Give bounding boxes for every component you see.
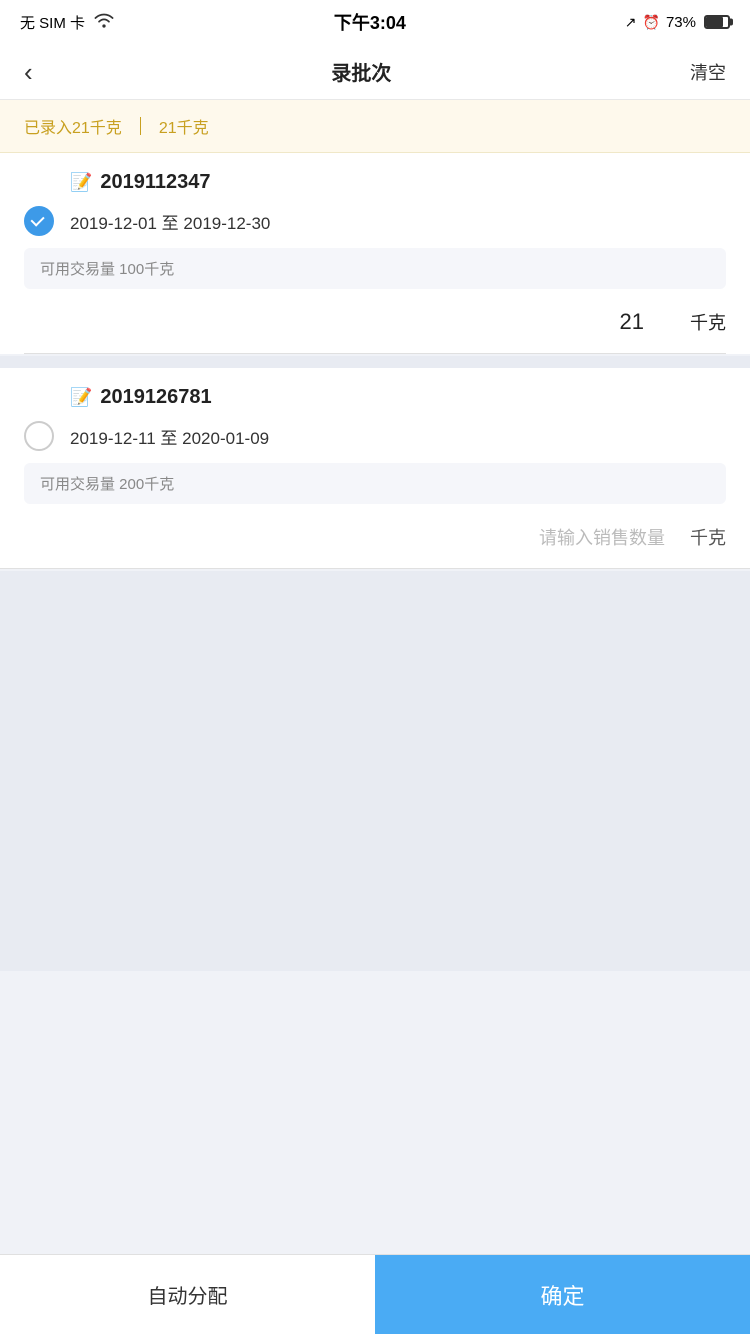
summary-divider <box>140 117 141 135</box>
batch-1-avail: 可用交易量 100千克 <box>24 248 726 289</box>
nav-bar: ‹ 录批次 清空 <box>0 44 750 100</box>
batch-card-2: 📝 2019126781 2019-12-11 至 2020-01-09 可用交… <box>0 368 750 569</box>
batch-1-radio[interactable] <box>24 206 54 236</box>
recorded-label: 已录入21千克 <box>24 114 122 138</box>
batch-2-avail: 可用交易量 200千克 <box>24 463 726 504</box>
batch-2-radio[interactable] <box>24 421 54 451</box>
batch-2-number: 2019126781 <box>100 386 211 409</box>
auto-distribute-button[interactable]: 自动分配 <box>0 1255 375 1334</box>
wifi-icon <box>93 12 115 32</box>
status-time: 下午3:04 <box>334 9 406 35</box>
batch-2-avail-text: 可用交易量 200千克 <box>40 476 174 493</box>
batch-1-unit: 千克 <box>690 309 726 335</box>
status-right: ↗ ⏰ 73% <box>625 14 730 31</box>
batch-1-quantity: 21 <box>620 309 644 335</box>
battery-text: 73% <box>666 14 696 31</box>
batch-1-row[interactable]: 2019-12-01 至 2019-12-30 <box>0 200 750 242</box>
batch-2-row[interactable]: 2019-12-11 至 2020-01-09 <box>0 415 750 457</box>
empty-area <box>0 571 750 971</box>
batch-1-number: 2019112347 <box>100 171 210 194</box>
batch-1-header: 📝 2019112347 <box>0 153 750 200</box>
batch-1-avail-text: 可用交易量 100千克 <box>40 261 174 278</box>
clear-button[interactable]: 清空 <box>690 59 726 85</box>
confirm-button[interactable]: 确定 <box>375 1255 750 1334</box>
batch-1-icon: 📝 <box>70 172 92 193</box>
batch-2-header: 📝 2019126781 <box>0 368 750 415</box>
batch-2-quantity-input[interactable] <box>460 528 680 549</box>
status-left: 无 SIM 卡 <box>20 12 115 33</box>
batch-2-icon: 📝 <box>70 387 92 408</box>
batch-1-date: 2019-12-01 至 2019-12-30 <box>70 209 270 234</box>
section-gap <box>0 356 750 368</box>
total-label: 21千克 <box>159 114 209 138</box>
status-bar: 无 SIM 卡 下午3:04 ↗ ⏰ 73% <box>0 0 750 44</box>
page-title: 录批次 <box>331 57 391 86</box>
batch-2-input-row[interactable]: 千克 <box>0 514 750 569</box>
summary-banner: 已录入21千克 21千克 <box>0 100 750 153</box>
battery-icon <box>704 15 730 29</box>
batch-2-date: 2019-12-11 至 2020-01-09 <box>70 424 269 449</box>
location-icon: ↗ <box>625 14 637 31</box>
alarm-icon: ⏰ <box>643 14 660 31</box>
batch-2-unit: 千克 <box>690 524 726 550</box>
batch-1-divider <box>24 353 726 354</box>
batch-card-1: 📝 2019112347 2019-12-01 至 2019-12-30 可用交… <box>0 153 750 354</box>
no-sim-text: 无 SIM 卡 <box>20 12 85 33</box>
batch-1-quantity-row: 21 千克 <box>0 299 750 353</box>
back-button[interactable]: ‹ <box>24 59 33 85</box>
bottom-bar: 自动分配 确定 <box>0 1254 750 1334</box>
